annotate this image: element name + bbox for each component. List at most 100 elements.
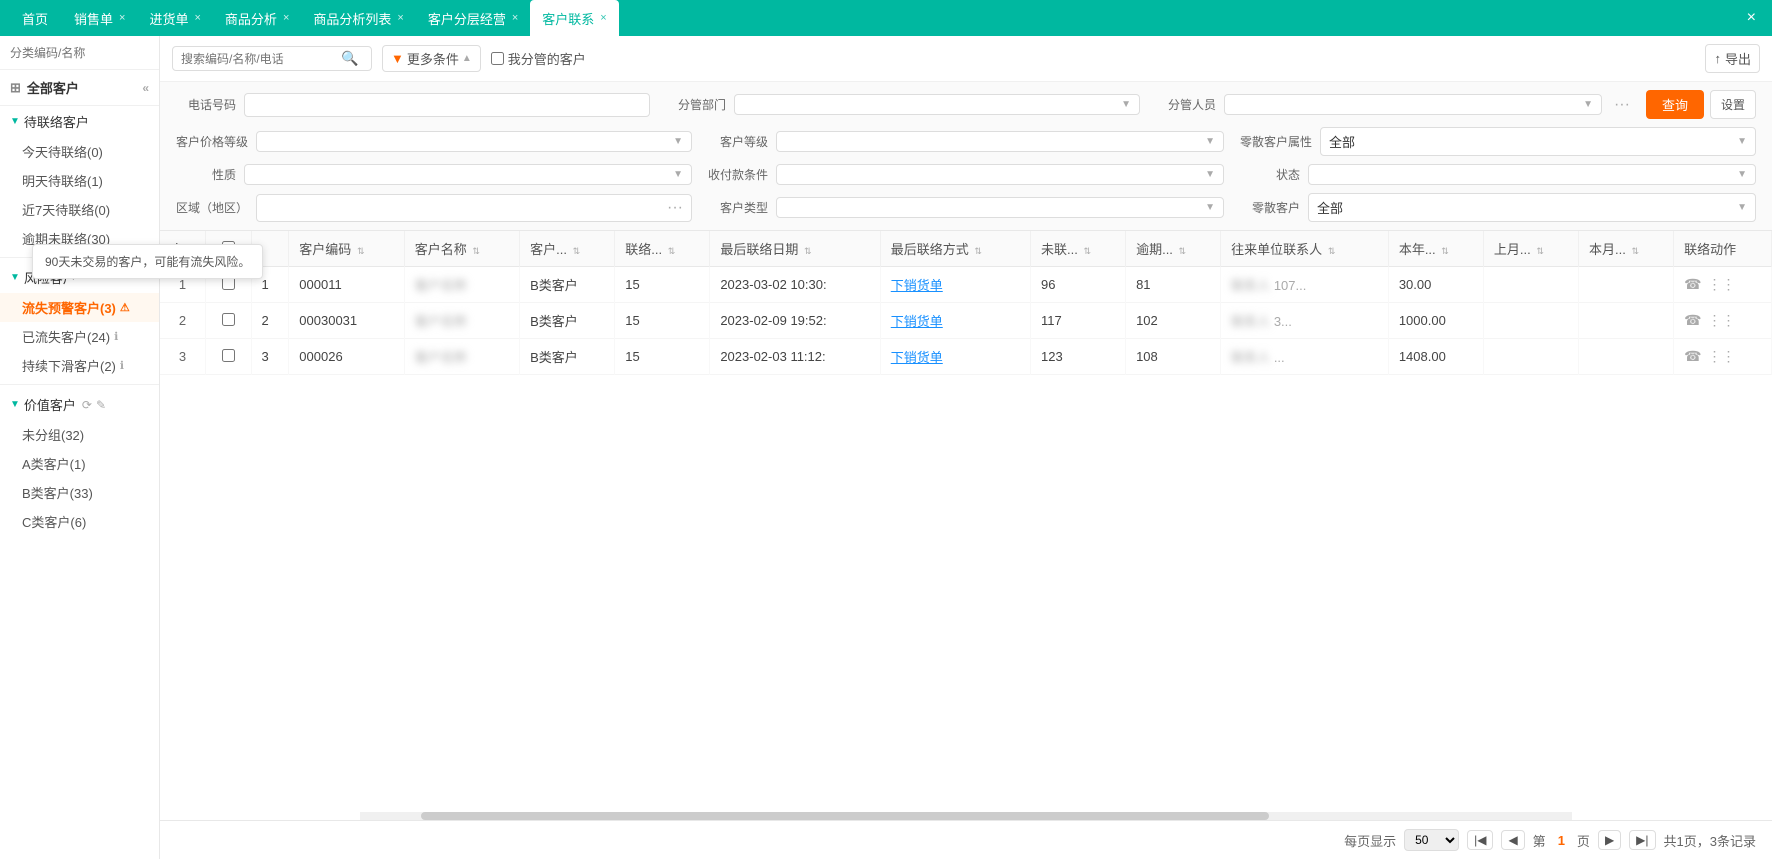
manager-more-icon[interactable]: ··· <box>1614 96 1630 114</box>
filter-zero-attr: 零散客户属性 全部 ▼ <box>1240 127 1756 156</box>
row1-lastmethod-link[interactable]: 下销货单 <box>891 278 943 293</box>
first-page-button[interactable]: |◀ <box>1467 830 1493 850</box>
row3-lastmethod-link[interactable]: 下销货单 <box>891 350 943 365</box>
dept-select[interactable]: ▼ <box>734 94 1140 115</box>
col-lastmonth[interactable]: 上月... ⇅ <box>1483 231 1578 267</box>
sidebar-item-churn-warning[interactable]: 流失预警客户(3) ⚠ <box>0 293 159 322</box>
filter-grade: 客户等级 ▼ <box>708 131 1224 152</box>
customer-type-select[interactable]: ▼ <box>776 197 1224 218</box>
row2-lastmethod-link[interactable]: 下销货单 <box>891 314 943 329</box>
page-unit: 页 <box>1577 831 1590 850</box>
pay-select[interactable]: ▼ <box>776 164 1224 185</box>
row2-more-icon[interactable]: ⋮⋮ <box>1708 312 1736 329</box>
row1-lastmethod[interactable]: 下销货单 <box>880 267 1030 303</box>
nav-tab-analysis[interactable]: 商品分析 × <box>213 0 301 36</box>
region-select[interactable]: ··· <box>256 194 692 222</box>
row2-lastmethod[interactable]: 下销货单 <box>880 303 1030 339</box>
filter-zero-customer: 零散客户 全部 ▼ <box>1240 193 1756 222</box>
sidebar-item-declining[interactable]: 持续下滑客户(2) ℹ <box>0 351 159 380</box>
sidebar-group-value-header[interactable]: ▼ 价值客户 ⟳ ✎ <box>0 389 159 420</box>
row2-index: 2 <box>251 303 289 339</box>
row1-thismonth <box>1579 267 1674 303</box>
close-customerlayer-icon[interactable]: × <box>512 12 518 24</box>
sidebar-search-area: 🔍 <box>0 36 159 70</box>
sidebar-search-input[interactable] <box>10 46 160 60</box>
gender-select[interactable]: ▼ <box>244 164 692 185</box>
last-page-button[interactable]: ▶| <box>1629 830 1655 850</box>
sidebar-all-customers[interactable]: ⊞ 全部客户 « <box>0 70 159 106</box>
horizontal-scrollbar[interactable] <box>360 812 1572 820</box>
query-button[interactable]: 查询 <box>1646 90 1704 119</box>
nav-tab-customercontact[interactable]: 客户联系 × <box>530 0 618 36</box>
sidebar-item-tomorrow[interactable]: 明天待联络(1) <box>0 166 159 195</box>
per-page-select[interactable]: 50 20 100 <box>1404 829 1459 851</box>
sidebar-item-cclass[interactable]: C类客户(6) <box>0 507 159 536</box>
table-row: 1 1 000011 客户名称 B类客户 15 2023-03-02 10:30… <box>160 267 1772 303</box>
col-overdue[interactable]: 逾期... ⇅ <box>1126 231 1221 267</box>
row2-action-icons: ☎ ⋮⋮ <box>1684 312 1761 329</box>
col-contact[interactable]: 联络... ⇅ <box>615 231 710 267</box>
row1-more-icon[interactable]: ⋮⋮ <box>1708 276 1736 293</box>
row3-lastmethod[interactable]: 下销货单 <box>880 339 1030 375</box>
col-type[interactable]: 客户... ⇅ <box>520 231 615 267</box>
col-lastmethod[interactable]: 最后联络方式 ⇅ <box>880 231 1030 267</box>
region-more-icon[interactable]: ··· <box>667 199 683 217</box>
price-select[interactable]: ▼ <box>256 131 692 152</box>
nav-home[interactable]: 首页 <box>8 0 62 36</box>
close-salesorder-icon[interactable]: × <box>119 12 125 24</box>
settings-button[interactable]: 设置 <box>1710 90 1756 119</box>
scrollbar-thumb[interactable] <box>421 812 1269 820</box>
col-lastdate[interactable]: 最后联络日期 ⇅ <box>710 231 880 267</box>
export-button[interactable]: ↑ 导出 <box>1705 44 1760 73</box>
prev-page-button[interactable]: ◀ <box>1501 830 1524 850</box>
current-page-num: 1 <box>1554 831 1569 850</box>
sidebar-item-churned[interactable]: 已流失客户(24) ℹ <box>0 322 159 351</box>
table-row: 3 3 000026 客户名称 B类客户 15 2023-02-03 11:12… <box>160 339 1772 375</box>
col-name[interactable]: 客户名称 ⇅ <box>404 231 519 267</box>
close-purchase-icon[interactable]: × <box>194 12 200 24</box>
next-page-button[interactable]: ▶ <box>1598 830 1621 850</box>
my-customers-checkbox[interactable] <box>491 52 504 65</box>
refresh-icon[interactable]: ⟳ <box>82 398 92 412</box>
nav-tab-purchase[interactable]: 进货单 × <box>137 0 212 36</box>
close-customercontact-icon[interactable]: × <box>600 12 606 24</box>
nav-tab-analysislist[interactable]: 商品分析列表 × <box>301 0 415 36</box>
row2-checkbox[interactable] <box>222 313 235 326</box>
sidebar-item-bclass[interactable]: B类客户(33) <box>0 478 159 507</box>
sidebar-item-aclass[interactable]: A类客户(1) <box>0 449 159 478</box>
zero-attr-select[interactable]: 全部 ▼ <box>1320 127 1756 156</box>
grade-select[interactable]: ▼ <box>776 131 1224 152</box>
sidebar-group-pending-header[interactable]: ▼ 待联络客户 <box>0 106 159 137</box>
row3-checkbox[interactable] <box>222 349 235 362</box>
manager-select[interactable]: ▼ <box>1224 94 1602 115</box>
sidebar-item-today[interactable]: 今天待联络(0) <box>0 137 159 166</box>
more-conditions-button[interactable]: ▼ 更多条件 ▲ <box>382 45 481 72</box>
main-search-input[interactable] <box>181 52 341 66</box>
row2-type: B类客户 <box>520 303 615 339</box>
col-thismonth[interactable]: 本月... ⇅ <box>1579 231 1674 267</box>
row1-contact-icon[interactable]: ☎ <box>1684 276 1701 293</box>
nav-tab-salesorder[interactable]: 销售单 × <box>62 0 137 36</box>
main-search-icon[interactable]: 🔍 <box>341 50 358 67</box>
row3-contact-icon[interactable]: ☎ <box>1684 348 1701 365</box>
sidebar-item-7days[interactable]: 近7天待联络(0) <box>0 195 159 224</box>
status-select[interactable]: ▼ <box>1308 164 1756 185</box>
col-unitcontact[interactable]: 往来单位联系人 ⇅ <box>1221 231 1389 267</box>
collapse-icon[interactable]: « <box>142 81 149 95</box>
zero-customer-select[interactable]: 全部 ▼ <box>1308 193 1756 222</box>
col-code[interactable]: 客户编码 ⇅ <box>289 231 404 267</box>
status-label: 状态 <box>1240 166 1300 183</box>
row3-more-icon[interactable]: ⋮⋮ <box>1708 348 1736 365</box>
row1-name: 客户名称 <box>404 267 519 303</box>
close-all-icon[interactable]: × <box>1739 9 1764 27</box>
arrow-down-icon: ▼ <box>10 116 20 127</box>
col-thisyear[interactable]: 本年... ⇅ <box>1388 231 1483 267</box>
close-analysislist-icon[interactable]: × <box>397 12 403 24</box>
phone-input[interactable] <box>244 93 650 117</box>
close-analysis-icon[interactable]: × <box>283 12 289 24</box>
col-uncontacted[interactable]: 未联... ⇅ <box>1030 231 1125 267</box>
edit-icon[interactable]: ✎ <box>96 398 106 412</box>
sidebar-item-unclassified[interactable]: 未分组(32) <box>0 420 159 449</box>
row2-contact-icon[interactable]: ☎ <box>1684 312 1701 329</box>
nav-tab-customerlayer[interactable]: 客户分层经营 × <box>416 0 530 36</box>
